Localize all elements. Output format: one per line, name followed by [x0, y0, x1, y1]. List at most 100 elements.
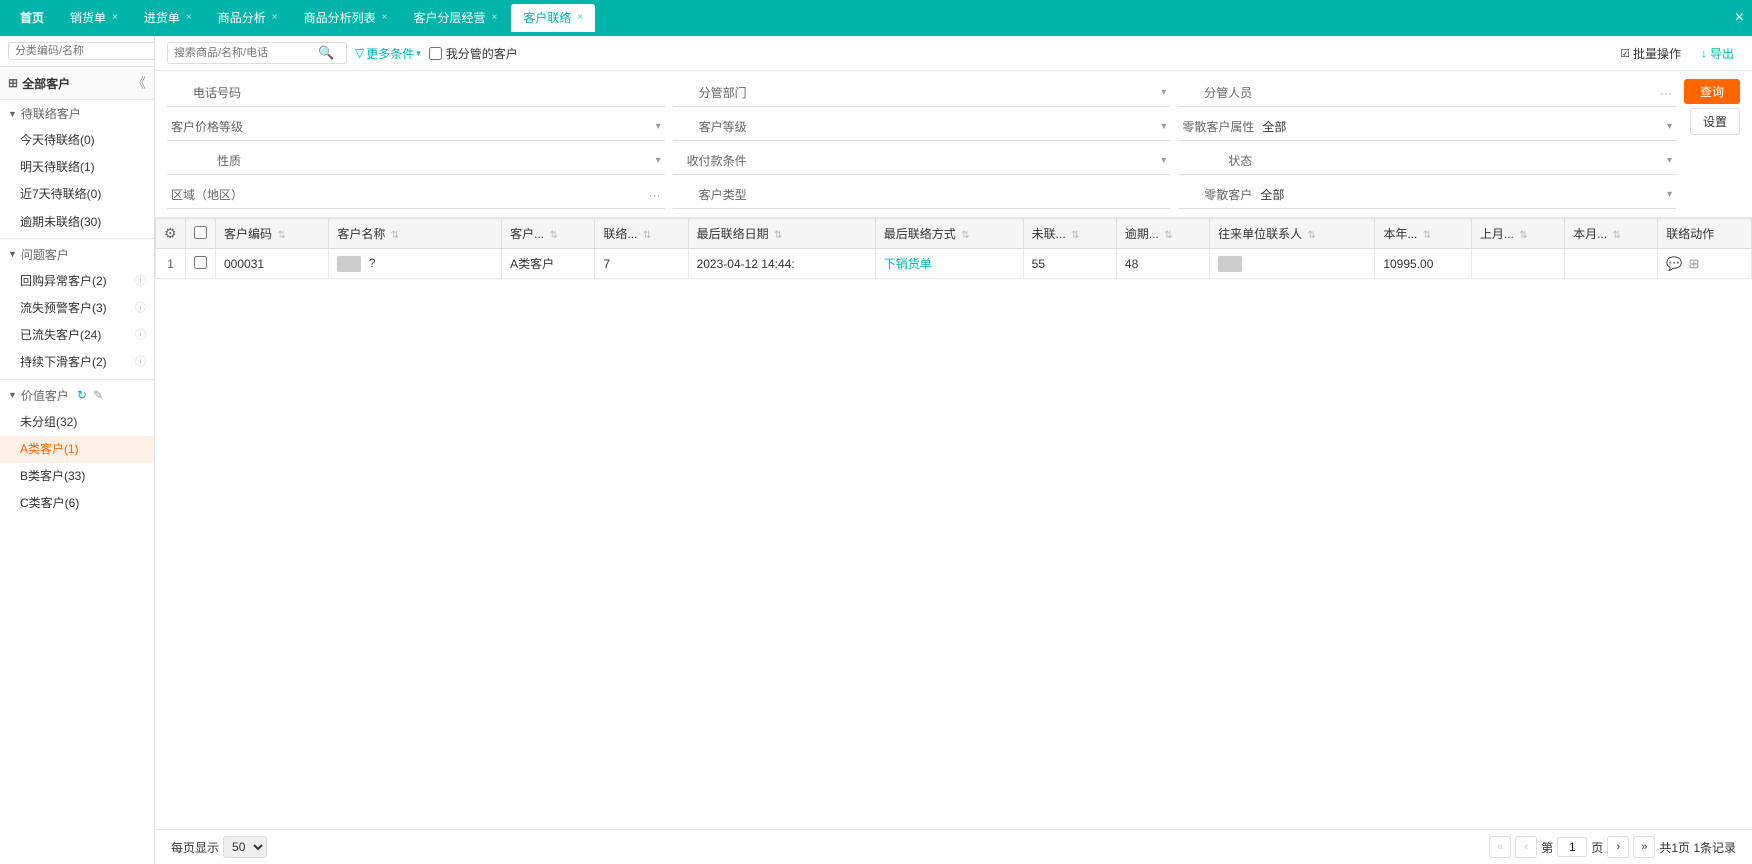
- row-contact: 7: [595, 249, 688, 279]
- table-wrap: ⚙ 客户编码 ⇅ 客户名称 ⇅: [155, 218, 1752, 829]
- tab-customer-tier[interactable]: 客户分层经营 ×: [401, 4, 509, 32]
- page-number-input[interactable]: [1557, 837, 1587, 857]
- col-no-contact[interactable]: 未联... ⇅: [1023, 219, 1116, 249]
- export-btn[interactable]: ↓ 导出: [1695, 43, 1740, 64]
- col-contact2[interactable]: 往来单位联系人 ⇅: [1210, 219, 1375, 249]
- next-page-btn[interactable]: ›: [1607, 836, 1629, 858]
- filter-status: 状态 ▾: [1178, 147, 1676, 175]
- last-page-btn[interactable]: »: [1633, 836, 1655, 858]
- last-method-link[interactable]: 下销货单: [884, 257, 932, 271]
- customer-grade-arrow[interactable]: ▾: [1161, 121, 1166, 132]
- tab-sale[interactable]: 销货单 ×: [58, 4, 130, 32]
- row-select-checkbox[interactable]: [194, 256, 207, 269]
- edit-icon[interactable]: ✎: [93, 388, 103, 402]
- prev-page-btn[interactable]: ‹: [1515, 836, 1537, 858]
- sidebar-group-value[interactable]: ▼ 价值客户 ↻ ✎: [0, 382, 154, 409]
- price-grade-arrow[interactable]: ▾: [656, 121, 661, 132]
- comment-icon[interactable]: 💬: [1666, 256, 1682, 272]
- col-last-date[interactable]: 最后联络日期 ⇅: [688, 219, 875, 249]
- settings-gear-icon[interactable]: ⚙: [164, 225, 177, 241]
- col-year-amt[interactable]: 本年... ⇅: [1375, 219, 1472, 249]
- page-size-wrap: 每页显示 50: [171, 836, 267, 858]
- sidebar-item-declining[interactable]: 持续下滑客户(2) ⓘ: [0, 349, 154, 376]
- col-last-month[interactable]: 上月... ⇅: [1471, 219, 1564, 249]
- query-button[interactable]: 查询: [1684, 79, 1740, 104]
- tab-purchase[interactable]: 进货单 ×: [132, 4, 204, 32]
- sidebar-item-lost[interactable]: 已流失客户(24) ⓘ: [0, 322, 154, 349]
- sidebar-item-tomorrow[interactable]: 明天待联络(1): [0, 154, 154, 181]
- batch-op-btn[interactable]: ☑ 批量操作: [1614, 43, 1687, 64]
- close-goods-analysis-tab[interactable]: ×: [272, 4, 278, 32]
- sidebar-item-repurchase-abnormal[interactable]: 回购异常客户(2) ⓘ: [0, 268, 154, 295]
- row-checkbox[interactable]: [186, 249, 216, 279]
- more-filters-btn[interactable]: ▽ 更多条件 ▾: [355, 45, 421, 62]
- col-last-method[interactable]: 最后联络方式 ⇅: [875, 219, 1023, 249]
- select-all-checkbox[interactable]: [194, 226, 207, 239]
- my-customers-check[interactable]: [429, 47, 442, 60]
- col-contact[interactable]: 联络... ⇅: [595, 219, 688, 249]
- sidebar-search-input[interactable]: [8, 42, 155, 60]
- sidebar-collapse-icon[interactable]: 《: [132, 73, 146, 93]
- content-area: 🔍 ▽ 更多条件 ▾ 我分管的客户 ☑ 批量操作 ↓ 导出: [155, 36, 1752, 864]
- close-goods-list-tab[interactable]: ×: [382, 4, 388, 32]
- row-last-month: [1471, 249, 1564, 279]
- region-dots-icon[interactable]: ···: [649, 188, 661, 202]
- row-last-method[interactable]: 下销货单: [875, 249, 1023, 279]
- sidebar-all-customers-label[interactable]: ⊞ 全部客户: [8, 75, 70, 92]
- filter-nature: 性质 ▾: [167, 147, 665, 175]
- refresh-icon[interactable]: ↻: [77, 388, 87, 402]
- sidebar-item-b-class[interactable]: B类客户(33): [0, 463, 154, 490]
- close-customer-tier-tab[interactable]: ×: [491, 4, 497, 32]
- tab-goods-list[interactable]: 商品分析列表 ×: [292, 4, 400, 32]
- top-nav: 首页 销货单 × 进货单 × 商品分析 × 商品分析列表 × 客户分层经营 × …: [0, 0, 1752, 36]
- sidebar-item-c-class[interactable]: C类客户(6): [0, 490, 154, 517]
- tab-goods-analysis[interactable]: 商品分析 ×: [206, 4, 290, 32]
- sidebar-group-pending[interactable]: ▼ 待联络客户: [0, 100, 154, 127]
- filter-search-icon[interactable]: 🔍: [318, 45, 334, 61]
- sort-name-icon: ⇅: [391, 230, 399, 241]
- sidebar-item-overdue[interactable]: 逾期未联络(30): [0, 209, 154, 236]
- col-gear[interactable]: ⚙: [156, 219, 186, 249]
- close-all-btn[interactable]: ×: [1735, 9, 1744, 27]
- col-overdue[interactable]: 逾期... ⇅: [1116, 219, 1209, 249]
- col-type[interactable]: 客户... ⇅: [502, 219, 595, 249]
- retail-arrow[interactable]: ▾: [1667, 189, 1672, 200]
- col-this-month[interactable]: 本月... ⇅: [1565, 219, 1658, 249]
- filter-customer-grade-label: 客户等级: [677, 118, 747, 135]
- sidebar-item-unclassified[interactable]: 未分组(32): [0, 409, 154, 436]
- sort-type-icon: ⇅: [550, 230, 558, 241]
- retail-attr-arrow[interactable]: ▾: [1667, 121, 1672, 132]
- filter-customer-type-input[interactable]: [755, 188, 1167, 202]
- my-customers-checkbox[interactable]: 我分管的客户: [429, 45, 518, 62]
- col-code[interactable]: 客户编码 ⇅: [216, 219, 329, 249]
- filter-phone-input[interactable]: [249, 86, 661, 100]
- nature-arrow[interactable]: ▾: [656, 155, 661, 166]
- filter-search-input[interactable]: [174, 47, 314, 59]
- filter-customer-type-label: 客户类型: [677, 186, 747, 203]
- sidebar-item-a-class[interactable]: A类客户(1): [0, 436, 154, 463]
- sort-overdue-icon: ⇅: [1164, 230, 1172, 241]
- close-customer-contact-tab[interactable]: ×: [577, 4, 583, 32]
- manager-dots-icon[interactable]: ···: [1660, 86, 1672, 100]
- page-size-select[interactable]: 50: [223, 836, 267, 858]
- dept-dropdown-arrow[interactable]: ▾: [1161, 87, 1166, 98]
- filter-search-wrap: 🔍: [167, 42, 347, 64]
- close-sale-tab[interactable]: ×: [112, 4, 118, 32]
- tab-customer-contact[interactable]: 客户联络 ×: [511, 4, 595, 32]
- row-no-contact: 55: [1023, 249, 1116, 279]
- sidebar-item-7days[interactable]: 近7天待联络(0): [0, 181, 154, 208]
- tab-home[interactable]: 首页: [8, 4, 56, 32]
- sidebar-item-churn-warning[interactable]: 流失预警客户(3) ⓘ: [0, 295, 154, 322]
- sidebar-group-problem[interactable]: ▼ 问题客户: [0, 241, 154, 268]
- sort-last-method-icon: ⇅: [961, 230, 969, 241]
- col-name[interactable]: 客户名称 ⇅: [329, 219, 502, 249]
- sort-code-icon: ⇅: [277, 230, 285, 241]
- settings-button[interactable]: 设置: [1690, 108, 1740, 135]
- status-arrow[interactable]: ▾: [1667, 155, 1672, 166]
- connect-icon[interactable]: ⊞: [1688, 256, 1699, 272]
- close-purchase-tab[interactable]: ×: [186, 4, 192, 32]
- sort-contact2-icon: ⇅: [1307, 230, 1315, 241]
- first-page-btn[interactable]: «: [1489, 836, 1511, 858]
- payment-arrow[interactable]: ▾: [1161, 155, 1166, 166]
- sidebar-item-today[interactable]: 今天待联络(0): [0, 127, 154, 154]
